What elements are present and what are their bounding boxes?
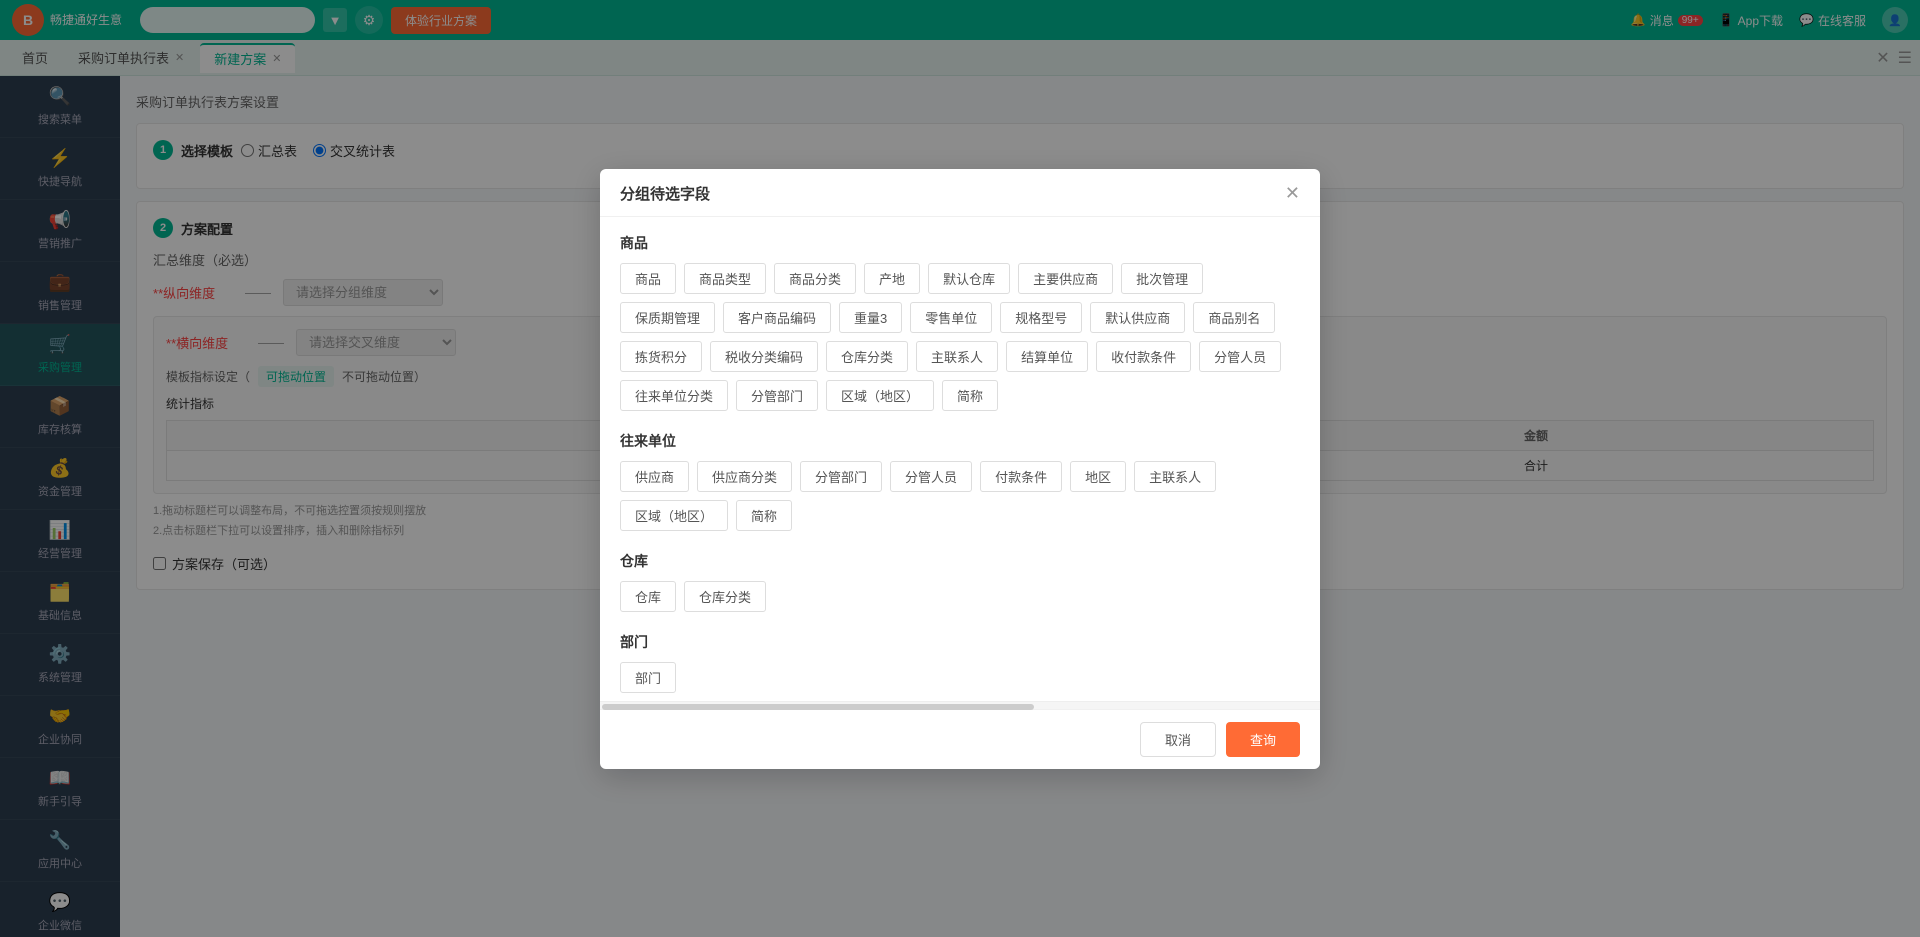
field-group-partner: 往来单位 供应商供应商分类分管部门分管人员付款条件地区主联系人区域（地区） 简称	[620, 431, 1300, 531]
field-group-warehouse: 仓库 仓库仓库分类	[620, 551, 1300, 612]
field-chip[interactable]: 仓库分类	[826, 341, 908, 372]
field-chip[interactable]: 付款条件	[980, 461, 1062, 492]
field-chips-partner: 供应商供应商分类分管部门分管人员付款条件地区主联系人区域（地区） 简称	[620, 461, 1300, 531]
field-chip[interactable]: 分管部门	[800, 461, 882, 492]
field-chip[interactable]: 默认供应商	[1090, 302, 1185, 333]
field-chip[interactable]: 往来单位分类	[620, 380, 728, 411]
field-chip[interactable]: 默认仓库	[928, 263, 1010, 294]
field-group-partner-title: 往来单位	[620, 431, 1300, 451]
field-chip[interactable]: 区域（地区）	[620, 500, 728, 531]
field-chip[interactable]: 结算单位	[1006, 341, 1088, 372]
modal: 分组待选字段 ✕ 商品 商品商品类型商品分类产地默认仓库主要供应商批次管理保质期…	[600, 169, 1320, 769]
modal-footer: 取消 查询	[600, 709, 1320, 769]
field-chip[interactable]: 商品别名	[1193, 302, 1275, 333]
field-chip[interactable]: 供应商	[620, 461, 689, 492]
modal-title: 分组待选字段	[620, 183, 710, 204]
field-chip[interactable]: 拣货积分	[620, 341, 702, 372]
field-chip[interactable]: 商品类型	[684, 263, 766, 294]
field-chip[interactable]: 主要供应商	[1018, 263, 1113, 294]
field-chip[interactable]: 仓库	[620, 581, 676, 612]
field-chip[interactable]: 主联系人	[1134, 461, 1216, 492]
cancel-button[interactable]: 取消	[1140, 722, 1216, 757]
field-chip[interactable]: 分管人员	[1199, 341, 1281, 372]
field-chip[interactable]: 客户商品编码	[723, 302, 831, 333]
modal-overlay: 分组待选字段 ✕ 商品 商品商品类型商品分类产地默认仓库主要供应商批次管理保质期…	[0, 0, 1920, 937]
field-chip[interactable]: 保质期管理	[620, 302, 715, 333]
field-group-warehouse-title: 仓库	[620, 551, 1300, 571]
field-chip[interactable]: 商品分类	[774, 263, 856, 294]
field-chips-goods: 商品商品类型商品分类产地默认仓库主要供应商批次管理保质期管理客户商品编码重量3 零…	[620, 263, 1300, 411]
field-group-dept: 部门 部门	[620, 632, 1300, 693]
modal-hscroll	[600, 701, 1320, 708]
modal-body: 商品 商品商品类型商品分类产地默认仓库主要供应商批次管理保质期管理客户商品编码重…	[600, 217, 1320, 702]
field-chip[interactable]: 部门	[620, 662, 676, 693]
field-chip[interactable]: 收付款条件	[1096, 341, 1191, 372]
field-chip[interactable]: 仓库分类	[684, 581, 766, 612]
field-group-goods-title: 商品	[620, 233, 1300, 253]
field-chip[interactable]: 重量3	[839, 302, 902, 333]
field-chip[interactable]: 税收分类编码	[710, 341, 818, 372]
field-chip[interactable]: 规格型号	[1000, 302, 1082, 333]
field-chips-dept: 部门	[620, 662, 1300, 693]
field-chip[interactable]: 区域（地区）	[826, 380, 934, 411]
modal-header: 分组待选字段 ✕	[600, 169, 1320, 217]
confirm-button[interactable]: 查询	[1226, 722, 1300, 757]
modal-close-btn[interactable]: ✕	[1285, 183, 1300, 204]
field-chip[interactable]: 供应商分类	[697, 461, 792, 492]
field-chip[interactable]: 分管人员	[890, 461, 972, 492]
field-chip[interactable]: 简称	[942, 380, 998, 411]
field-chip[interactable]: 零售单位	[910, 302, 992, 333]
field-chip[interactable]: 简称	[736, 500, 792, 531]
field-group-dept-title: 部门	[620, 632, 1300, 652]
field-chip[interactable]: 主联系人	[916, 341, 998, 372]
modal-hscroll-thumb	[602, 704, 1034, 710]
field-chip[interactable]: 产地	[864, 263, 920, 294]
field-chip[interactable]: 分管部门	[736, 380, 818, 411]
field-chips-warehouse: 仓库仓库分类	[620, 581, 1300, 612]
field-group-goods: 商品 商品商品类型商品分类产地默认仓库主要供应商批次管理保质期管理客户商品编码重…	[620, 233, 1300, 411]
field-chip[interactable]: 批次管理	[1121, 263, 1203, 294]
field-chip[interactable]: 商品	[620, 263, 676, 294]
field-chip[interactable]: 地区	[1070, 461, 1126, 492]
